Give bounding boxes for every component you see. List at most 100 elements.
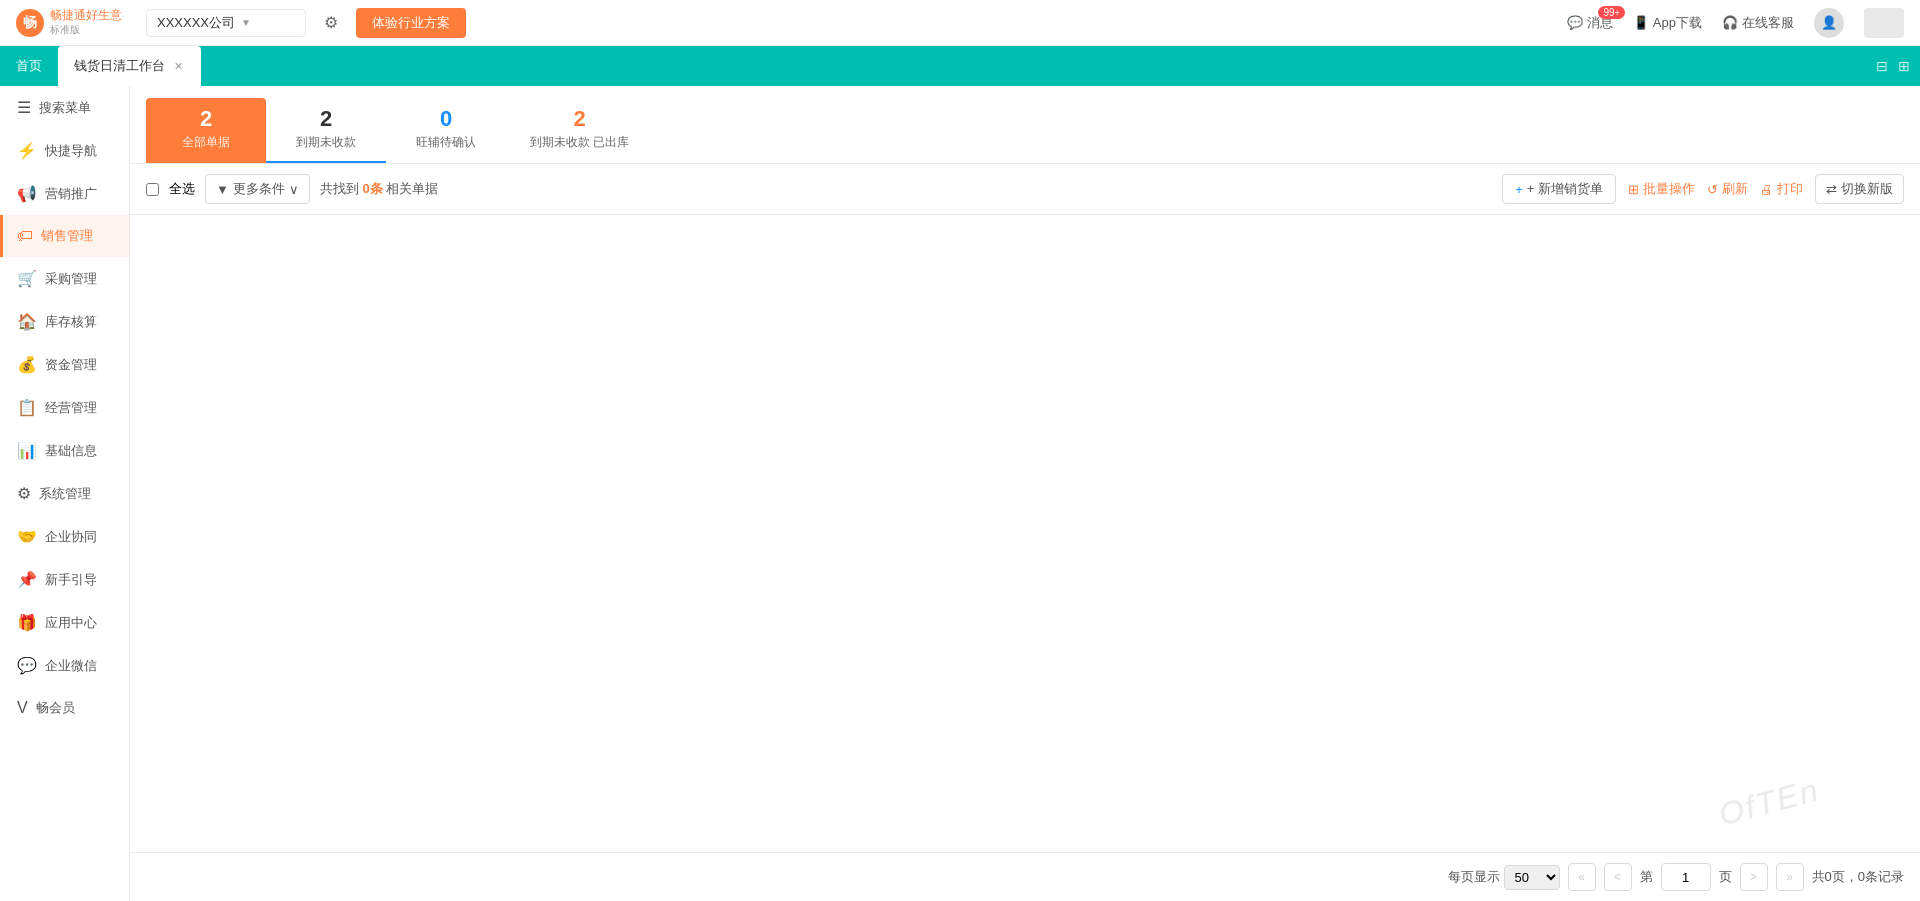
sidebar-item-finance[interactable]: 💰 资金管理: [0, 343, 129, 386]
tab-maximize-icon[interactable]: ⊞: [1898, 58, 1910, 74]
filter-label: 更多条件: [233, 180, 285, 198]
stats-tabs: 2 全部单据 2 到期未收款 0 旺辅待确认 2 到期未收款 已出库: [130, 86, 1920, 164]
top-bar: 畅 畅捷通好生意 标准版 XXXXXX公司 ▼ ⚙ 体验行业方案 💬 消息 99…: [0, 0, 1920, 46]
new-order-btn[interactable]: + + 新增销货单: [1502, 174, 1616, 204]
sidebar: ☰ 搜索菜单 ⚡ 快捷导航 📢 营销推广 🏷 销售管理 🛒 采购管理 🏠 库存核…: [0, 86, 130, 901]
first-page-btn[interactable]: «: [1568, 863, 1596, 891]
sidebar-item-label: 资金管理: [45, 356, 97, 374]
select-all-checkbox[interactable]: [146, 183, 159, 196]
message-icon: 💬: [1567, 15, 1583, 30]
sidebar-item-wechat[interactable]: 💬 企业微信: [0, 644, 129, 687]
sidebar-item-label: 销售管理: [41, 227, 93, 245]
stat-tab-overdue[interactable]: 2 到期未收款: [266, 98, 386, 163]
sidebar-item-label: 经营管理: [45, 399, 97, 417]
sidebar-item-search[interactable]: ☰ 搜索菜单: [0, 86, 129, 129]
table-empty-area: [130, 215, 1920, 852]
nav-tabs: 首页 钱货日清工作台 ✕ ⊟ ⊞: [0, 46, 1920, 86]
sidebar-item-beginner[interactable]: 📌 新手引导: [0, 558, 129, 601]
stat-tab-all[interactable]: 2 全部单据: [146, 98, 266, 163]
tab-cashflow-label: 钱货日清工作台: [74, 57, 165, 75]
experience-btn[interactable]: 体验行业方案: [356, 8, 466, 38]
found-suffix: 相关单据: [386, 181, 438, 196]
sidebar-item-basic[interactable]: 📊 基础信息: [0, 429, 129, 472]
sidebar-item-system[interactable]: ⚙ 系统管理: [0, 472, 129, 515]
page-size-select: 每页显示 50 100 200: [1448, 865, 1560, 890]
pagination-bar: 每页显示 50 100 200 « < 第 页 > » 共0页，: [130, 852, 1920, 901]
refresh-icon: ↺: [1707, 182, 1718, 197]
new-order-label: + 新增销货单: [1527, 180, 1603, 198]
tab-cashflow[interactable]: 钱货日清工作台 ✕: [58, 46, 201, 86]
filter-icon: ▼: [216, 182, 229, 197]
logo-area: 畅 畅捷通好生意 标准版: [16, 8, 146, 38]
found-text: 共找到 0条 相关单据: [320, 180, 438, 198]
headset-icon: 🎧: [1722, 15, 1738, 30]
message-btn[interactable]: 💬 消息 99: [1567, 14, 1613, 32]
company-name: XXXXXX公司: [157, 14, 235, 32]
gift-icon: 🎁: [17, 613, 37, 632]
stat-num-shipped: 2: [574, 106, 586, 132]
avatar[interactable]: 👤: [1814, 8, 1844, 38]
sidebar-item-member[interactable]: V 畅会员: [0, 687, 129, 729]
first-page-icon: «: [1578, 870, 1585, 884]
message-badge: 99: [1598, 6, 1624, 19]
tab-close-icon[interactable]: ✕: [171, 59, 185, 73]
page-unit: 页: [1719, 868, 1732, 886]
sidebar-item-appstore[interactable]: 🎁 应用中心: [0, 601, 129, 644]
page-label: 第: [1640, 868, 1653, 886]
member-icon: V: [17, 699, 28, 717]
sidebar-item-purchase[interactable]: 🛒 采购管理: [0, 257, 129, 300]
database-icon: 📊: [17, 441, 37, 460]
sidebar-item-inventory[interactable]: 🏠 库存核算: [0, 300, 129, 343]
tag-icon: 🏷: [17, 227, 33, 245]
batch-btn[interactable]: ⊞ 批量操作: [1628, 180, 1695, 198]
sidebar-item-marketing[interactable]: 📢 营销推广: [0, 172, 129, 215]
stat-tab-shipped[interactable]: 2 到期未收款 已出库: [506, 98, 653, 163]
plus-icon: +: [1515, 182, 1523, 197]
gear-icon: ⚙: [324, 13, 338, 32]
switch-icon: ⇄: [1826, 182, 1837, 197]
user-icon: 👤: [1821, 15, 1837, 30]
online-service-btn[interactable]: 🎧 在线客服: [1722, 14, 1794, 32]
home-icon: 🏠: [17, 312, 37, 331]
stat-label-all: 全部单据: [182, 134, 230, 151]
settings-icon-btn[interactable]: ⚙: [316, 8, 346, 38]
stat-label-pending: 旺辅待确认: [416, 134, 476, 151]
filter-btn[interactable]: ▼ 更多条件 ∨: [205, 174, 310, 204]
search-menu-icon: ☰: [17, 98, 31, 117]
per-page-dropdown[interactable]: 50 100 200: [1504, 865, 1560, 890]
logo-text: 畅捷通好生意: [50, 8, 122, 24]
switch-version-btn[interactable]: ⇄ 切换新版: [1815, 174, 1904, 204]
sidebar-item-operation[interactable]: 📋 经营管理: [0, 386, 129, 429]
print-btn[interactable]: 🖨 打印: [1760, 180, 1803, 198]
nav-tabs-right: ⊟ ⊞: [1876, 58, 1920, 74]
company-selector[interactable]: XXXXXX公司 ▼: [146, 9, 306, 37]
sidebar-item-label: 企业微信: [45, 657, 97, 675]
clipboard-icon: 📋: [17, 398, 37, 417]
chevron-down-icon: ∨: [289, 182, 299, 197]
online-service-label: 在线客服: [1742, 14, 1794, 32]
pin-icon: 📌: [17, 570, 37, 589]
app-download-btn[interactable]: 📱 App下载: [1633, 14, 1702, 32]
handshake-icon: 🤝: [17, 527, 37, 546]
refresh-btn[interactable]: ↺ 刷新: [1707, 180, 1748, 198]
last-page-btn[interactable]: »: [1776, 863, 1804, 891]
tab-minimize-icon[interactable]: ⊟: [1876, 58, 1888, 74]
money-icon: 💰: [17, 355, 37, 374]
switch-label: 切换新版: [1841, 180, 1893, 198]
prev-page-btn[interactable]: <: [1604, 863, 1632, 891]
next-page-icon: >: [1750, 870, 1757, 884]
sidebar-item-nav[interactable]: ⚡ 快捷导航: [0, 129, 129, 172]
tab-home[interactable]: 首页: [0, 46, 58, 86]
stat-tab-pending[interactable]: 0 旺辅待确认: [386, 98, 506, 163]
page-input[interactable]: [1661, 863, 1711, 891]
lightning-icon: ⚡: [17, 141, 37, 160]
print-label: 打印: [1777, 180, 1803, 198]
sidebar-item-sales[interactable]: 🏷 销售管理: [0, 215, 129, 257]
sidebar-item-label: 企业协同: [45, 528, 97, 546]
next-page-btn[interactable]: >: [1740, 863, 1768, 891]
print-icon: 🖨: [1760, 182, 1773, 197]
sidebar-item-enterprise[interactable]: 🤝 企业协同: [0, 515, 129, 558]
page-total: 共0页，0条记录: [1812, 868, 1904, 886]
app-download-label: App下载: [1653, 14, 1702, 32]
phone-icon: 📱: [1633, 15, 1649, 30]
